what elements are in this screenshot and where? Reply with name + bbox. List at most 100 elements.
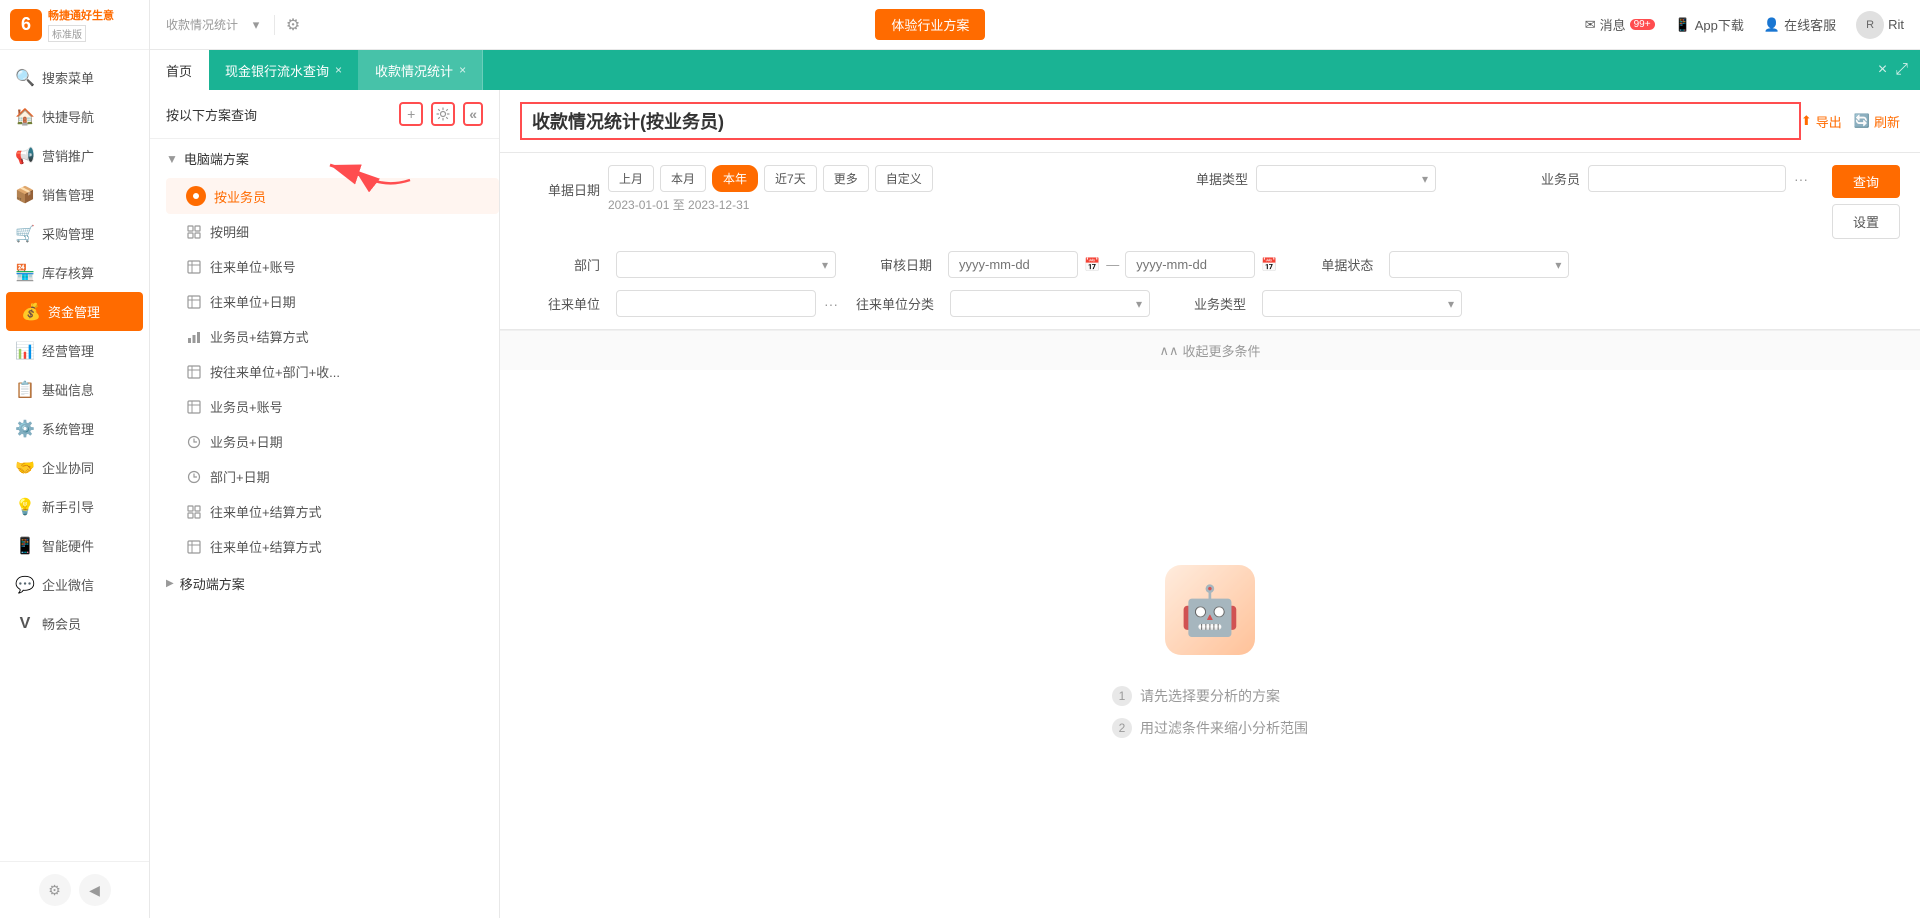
export-btn[interactable]: ⬆ 导出	[1801, 112, 1842, 131]
desktop-plans-label: 电脑端方案	[184, 149, 249, 168]
date-btn-custom[interactable]: 自定义	[875, 165, 933, 192]
sidebar-item-search[interactable]: 🔍 搜索菜单	[0, 58, 149, 97]
plan-item-unit-payment2[interactable]: 往来单位+结算方式	[166, 529, 499, 564]
plan-item-dept-date[interactable]: 部门+日期	[166, 459, 499, 494]
plan-item-sales-payment[interactable]: 业务员+结算方式	[166, 319, 499, 354]
sidebar-item-wechat[interactable]: 💬 企业微信	[0, 565, 149, 604]
sidebar-item-member[interactable]: V 畅会员	[0, 604, 149, 643]
collapse-filter-btn[interactable]: ∧∧ 收起更多条件	[500, 330, 1920, 370]
date-label: 单据日期	[520, 180, 600, 199]
home-icon: 🏠	[16, 108, 34, 126]
review-date-to[interactable]	[1125, 251, 1255, 278]
biz-type-select-wrapper: ▾	[1262, 290, 1462, 317]
divider	[274, 15, 275, 35]
partner-more-icon[interactable]: ···	[824, 296, 838, 312]
search-icon: 🔍	[16, 69, 34, 87]
salesperson-more-icon[interactable]: ···	[1794, 171, 1808, 187]
partner-category-label: 往来单位分类	[854, 294, 934, 313]
empty-state: 🤖 1 请先选择要分析的方案 2 用过滤条件来缩小分析范围	[500, 370, 1920, 918]
mobile-plans-label: 移动端方案	[180, 574, 245, 593]
logo-icon: 6	[10, 9, 42, 41]
sidebar-item-purchase[interactable]: 🛒 采购管理	[0, 214, 149, 253]
dept-select[interactable]	[616, 251, 836, 278]
salesperson-input[interactable]	[1588, 165, 1786, 192]
user-info[interactable]: R Rit	[1856, 11, 1904, 39]
grid-icon	[186, 224, 202, 240]
sidebar-item-basic[interactable]: 📋 基础信息	[0, 370, 149, 409]
sidebar-item-quick-nav[interactable]: 🏠 快捷导航	[0, 97, 149, 136]
query-btn[interactable]: 查询	[1832, 165, 1900, 198]
sidebar-item-marketing[interactable]: 📢 营销推广	[0, 136, 149, 175]
guide-icon: 💡	[16, 498, 34, 516]
partner-category-select[interactable]	[950, 290, 1150, 317]
sidebar-item-hardware[interactable]: 📱 智能硬件	[0, 526, 149, 565]
add-plan-btn[interactable]: +	[399, 102, 423, 126]
sidebar-item-finance[interactable]: 💰 资金管理	[6, 292, 143, 331]
date-btn-7days[interactable]: 近7天	[764, 165, 817, 192]
tab-bank[interactable]: 现金银行流水查询 ×	[209, 50, 359, 90]
plan-item-by-salesperson[interactable]: 按业务员	[166, 178, 499, 214]
refresh-icon: 🔄	[1854, 113, 1870, 129]
review-date-from[interactable]	[948, 251, 1078, 278]
sidebar-item-guide[interactable]: 💡 新手引导	[0, 487, 149, 526]
sidebar-item-system[interactable]: ⚙️ 系统管理	[0, 409, 149, 448]
calendar-icon-1[interactable]: 📅	[1084, 257, 1100, 273]
sidebar-item-sales[interactable]: 📦 销售管理	[0, 175, 149, 214]
mobile-plans: ▶ 移动端方案	[150, 564, 499, 603]
close-window-btn[interactable]: ×	[1878, 61, 1887, 79]
doc-type-label: 单据类型	[1168, 169, 1248, 188]
table-icon-4	[186, 399, 202, 415]
calendar-icon-2[interactable]: 📅	[1261, 257, 1277, 273]
sidebar-item-inventory[interactable]: 🏪 库存核算	[0, 253, 149, 292]
message-btn[interactable]: ✉ 消息 99+	[1585, 15, 1655, 34]
plan-item-unit-account[interactable]: 往来单位+账号	[166, 249, 499, 284]
sidebar-footer: ⚙ ◀	[0, 861, 149, 918]
partner-input[interactable]	[616, 290, 816, 317]
plan-item-sales-account[interactable]: 业务员+账号	[166, 389, 499, 424]
tab-bank-close[interactable]: ×	[335, 63, 342, 77]
refresh-btn[interactable]: 🔄 刷新	[1854, 112, 1900, 131]
plan-item-unit-dept-receipt[interactable]: 按往来单位+部门+收...	[166, 354, 499, 389]
breadcrumb-dropdown[interactable]: ▾	[246, 15, 266, 35]
tab-receipt[interactable]: 收款情况统计 ×	[359, 50, 483, 90]
empty-tips: 1 请先选择要分析的方案 2 用过滤条件来缩小分析范围	[1112, 686, 1308, 738]
main-area: 收款情况统计 ▾ ⚙ 体验行业方案 ✉ 消息 99+ 📱 App下载 👤 在线客…	[150, 0, 1920, 918]
collapse-panel-btn[interactable]: «	[463, 102, 483, 126]
settings-gear-icon[interactable]: ⚙	[283, 15, 303, 35]
trial-btn[interactable]: 体验行业方案	[875, 9, 985, 40]
date-btn-this-month[interactable]: 本月	[660, 165, 706, 192]
collab-icon: 🤝	[16, 459, 34, 477]
logo-text: 畅捷通好生意 标准版	[48, 7, 114, 42]
plan-item-by-detail[interactable]: 按明细	[166, 214, 499, 249]
date-btn-more[interactable]: 更多	[823, 165, 869, 192]
plan-item-sales-date[interactable]: 业务员+日期	[166, 424, 499, 459]
topbar: 收款情况统计 ▾ ⚙ 体验行业方案 ✉ 消息 99+ 📱 App下载 👤 在线客…	[150, 0, 1920, 50]
operation-icon: 📊	[16, 342, 34, 360]
plan-item-unit-payment1[interactable]: 往来单位+结算方式	[166, 494, 499, 529]
date-btn-this-year[interactable]: 本年	[712, 165, 758, 192]
mobile-plans-header[interactable]: ▶ 移动端方案	[150, 564, 499, 603]
plan-item-unit-date[interactable]: 往来单位+日期	[166, 284, 499, 319]
settings-btn[interactable]: 设置	[1832, 204, 1900, 239]
collapse-footer-btn[interactable]: ◀	[79, 874, 111, 906]
empty-tip-1: 1 请先选择要分析的方案	[1112, 686, 1308, 706]
app-download-btn[interactable]: 📱 App下载	[1675, 15, 1744, 34]
online-service-btn[interactable]: 👤 在线客服	[1764, 15, 1836, 34]
doc-status-select[interactable]	[1389, 251, 1569, 278]
doc-type-select[interactable]	[1256, 165, 1436, 192]
table-icon-5	[186, 539, 202, 555]
maximize-btn[interactable]: ⤢	[1895, 61, 1908, 79]
wechat-icon: 💬	[16, 576, 34, 594]
tip-num-2: 2	[1112, 718, 1132, 738]
salesperson-label: 业务员	[1500, 169, 1580, 188]
tab-receipt-close[interactable]: ×	[459, 63, 466, 77]
empty-robot-icon: 🤖	[1150, 550, 1270, 670]
sidebar-item-operation[interactable]: 📊 经营管理	[0, 331, 149, 370]
sidebar-item-collab[interactable]: 🤝 企业协同	[0, 448, 149, 487]
biz-type-select[interactable]	[1262, 290, 1462, 317]
settings-footer-btn[interactable]: ⚙	[39, 874, 71, 906]
date-btn-last-month[interactable]: 上月	[608, 165, 654, 192]
tab-home[interactable]: 首页	[150, 50, 209, 90]
desktop-plans-header[interactable]: ▼ 电脑端方案	[150, 139, 499, 178]
plan-settings-btn[interactable]	[431, 102, 455, 126]
